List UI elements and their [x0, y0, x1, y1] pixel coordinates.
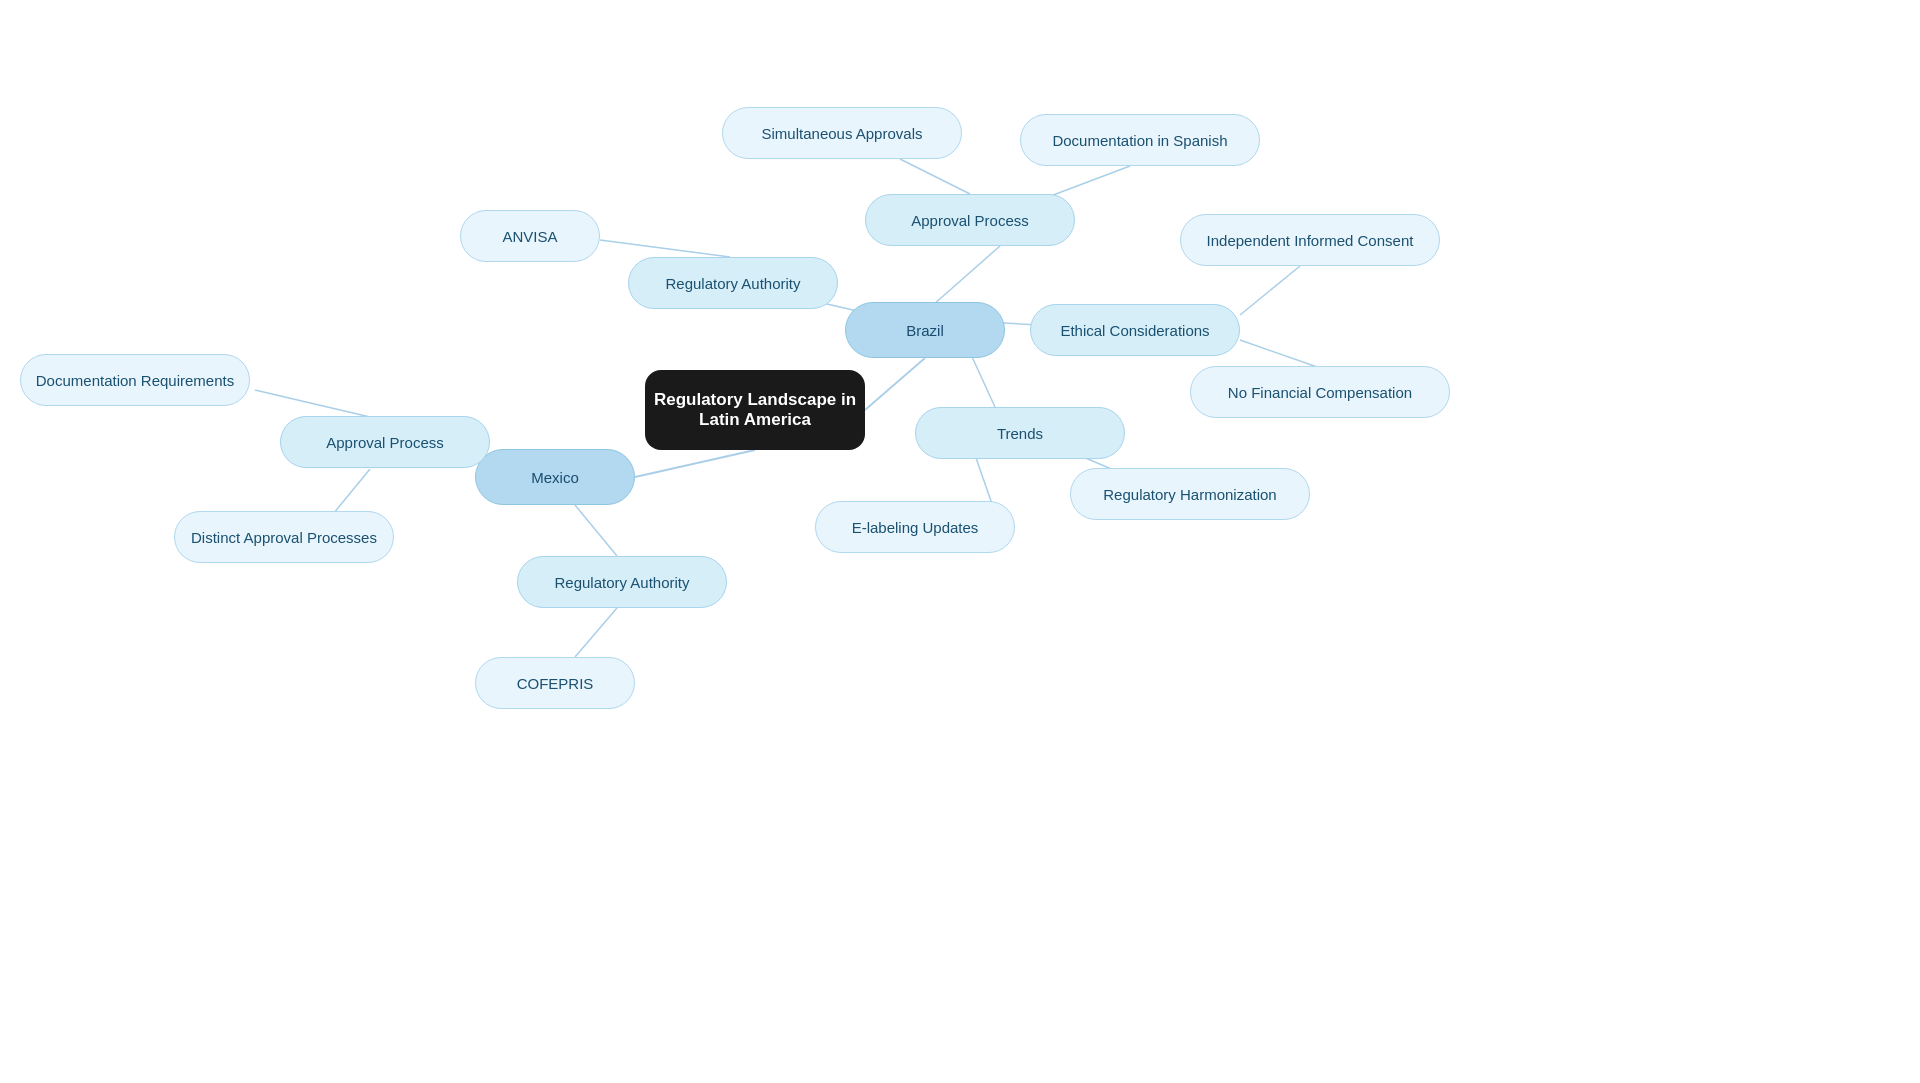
brazil-ethical-node[interactable]: Ethical Considerations — [1030, 304, 1240, 356]
svg-line-15 — [255, 390, 370, 417]
documentation-requirements-node[interactable]: Documentation Requirements — [20, 354, 250, 406]
cofepris-node[interactable]: COFEPRIS — [475, 657, 635, 709]
svg-line-6 — [900, 159, 970, 194]
center-node[interactable]: Regulatory Landscape in Latin America — [645, 370, 865, 450]
brazil-regulatory-authority-node[interactable]: Regulatory Authority — [628, 257, 838, 309]
regulatory-harmonization-node[interactable]: Regulatory Harmonization — [1070, 468, 1310, 520]
simultaneous-approvals-node[interactable]: Simultaneous Approvals — [722, 107, 962, 159]
elabeling-updates-node[interactable]: E-labeling Updates — [815, 501, 1015, 553]
svg-line-10 — [1240, 340, 1320, 368]
svg-line-17 — [575, 608, 617, 657]
brazil-trends-node[interactable]: Trends — [915, 407, 1125, 459]
svg-line-14 — [575, 505, 617, 556]
distinct-approval-processes-node[interactable]: Distinct Approval Processes — [174, 511, 394, 563]
anvisa-node[interactable]: ANVISA — [460, 210, 600, 262]
independent-informed-consent-node[interactable]: Independent Informed Consent — [1180, 214, 1440, 266]
mexico-regulatory-authority-node[interactable]: Regulatory Authority — [517, 556, 727, 608]
brazil-approval-process-node[interactable]: Approval Process — [865, 194, 1075, 246]
mexico-node[interactable]: Mexico — [475, 449, 635, 505]
svg-line-9 — [1240, 266, 1300, 315]
brazil-node[interactable]: Brazil — [845, 302, 1005, 358]
svg-line-1 — [635, 450, 755, 477]
mexico-approval-process-node[interactable]: Approval Process — [280, 416, 490, 468]
svg-line-8 — [600, 240, 730, 257]
svg-line-0 — [865, 358, 925, 410]
documentation-spanish-node[interactable]: Documentation in Spanish — [1020, 114, 1260, 166]
no-financial-compensation-node[interactable]: No Financial Compensation — [1190, 366, 1450, 418]
